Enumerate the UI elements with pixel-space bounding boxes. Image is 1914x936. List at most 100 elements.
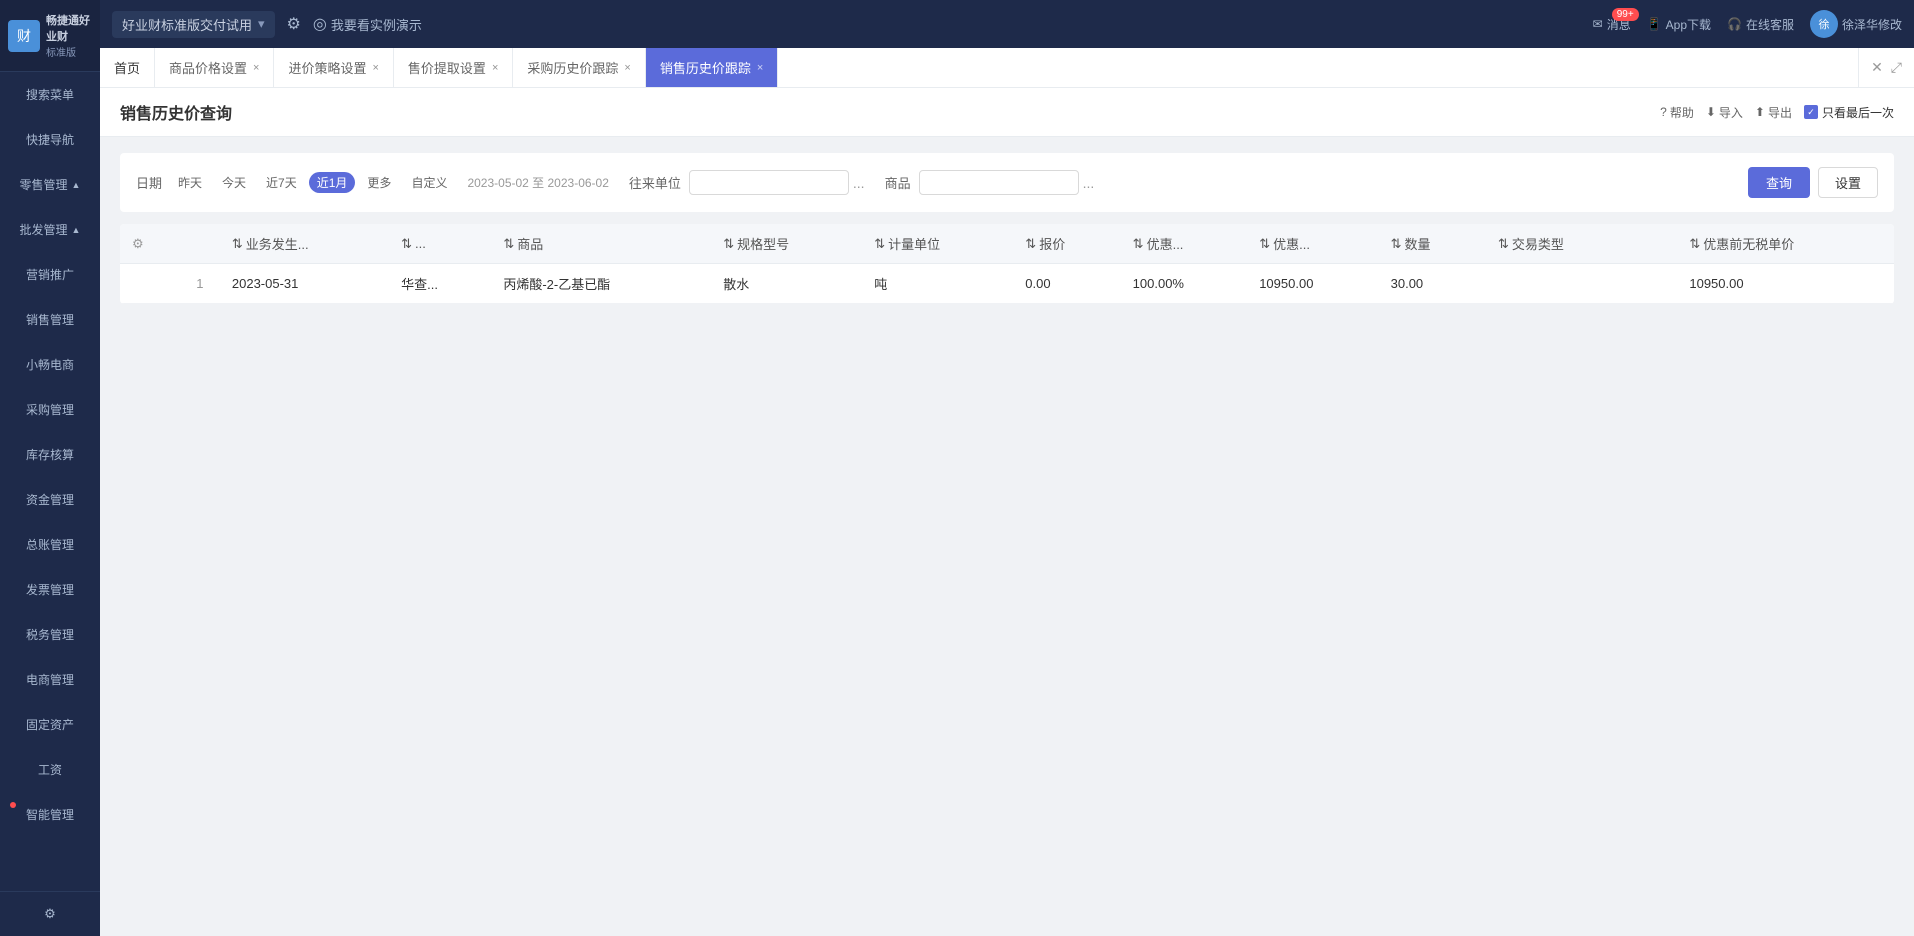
date-filter-group: 日期 昨天 今天 近7天 近1月 更多 自定义 2023-05-02 至 202… [136, 172, 609, 193]
th-spec-sort[interactable]: ⇅ 规格型号 [723, 234, 850, 253]
tab-price[interactable]: 商品价格设置 × [155, 48, 274, 87]
headset-icon: 🎧 [1727, 17, 1742, 31]
tab-price-close-icon[interactable]: × [253, 62, 259, 74]
filter-row: 日期 昨天 今天 近7天 近1月 更多 自定义 2023-05-02 至 202… [136, 167, 1878, 198]
th-discount1[interactable]: ⇅ 优惠... [1121, 224, 1248, 264]
table-body: 1 2023-05-31 华查... 丙烯酸-2-乙基已酯 散水 吨 0.00 … [120, 264, 1894, 304]
sidebar-item-ecommerce-mini[interactable]: 小畅电商 [0, 342, 100, 387]
sidebar-item-smart[interactable]: 智能管理 [0, 792, 100, 837]
date-opt-yesterday[interactable]: 昨天 [170, 172, 210, 193]
th-price-sort[interactable]: ⇅ 报价 [1025, 234, 1108, 253]
date-options: 昨天 今天 近7天 近1月 更多 自定义 [170, 172, 455, 193]
tab-price-label: 商品价格设置 [169, 58, 247, 77]
module-selector[interactable]: 好业财标准版交付试用 ▾ [112, 11, 275, 38]
th-price[interactable]: ⇅ 报价 [1013, 224, 1120, 264]
tab-sales-history[interactable]: 销售历史价跟踪 × [646, 48, 778, 87]
tab-purchase-strategy[interactable]: 进价策略设置 × [274, 48, 393, 87]
topbar-settings-icon[interactable]: ⚙ [287, 14, 301, 34]
date-opt-today[interactable]: 今天 [214, 172, 254, 193]
sort-icon-pretax: ⇅ [1689, 236, 1700, 252]
sidebar-item-wholesale[interactable]: 批发管理 ▲ [0, 207, 100, 252]
th-extra[interactable]: ⇅ ... [389, 224, 491, 264]
tab-sale-extract-close-icon[interactable]: × [492, 62, 498, 74]
gear-icon[interactable]: ⚙ [132, 236, 144, 251]
app-download-button[interactable]: 📱 App下载 [1647, 16, 1711, 33]
tab-purchase-history-close-icon[interactable]: × [624, 62, 630, 74]
app-download-label: App下载 [1666, 16, 1711, 33]
sidebar-item-sales[interactable]: 销售管理 [0, 297, 100, 342]
source-unit-input[interactable] [689, 170, 849, 195]
th-spec[interactable]: ⇅ 规格型号 [711, 224, 862, 264]
sidebar-item-quicknav[interactable]: 快捷导航 [0, 117, 100, 162]
th-qty-sort[interactable]: ⇅ 数量 [1391, 234, 1474, 253]
user-menu[interactable]: 徐 徐泽华修改 [1810, 10, 1902, 38]
th-discount1-sort[interactable]: ⇅ 优惠... [1133, 234, 1236, 253]
date-range-display: 2023-05-02 至 2023-06-02 [467, 174, 608, 191]
th-goods[interactable]: ⇅ 商品 [491, 224, 711, 264]
th-gear[interactable]: ⚙ [120, 224, 180, 264]
sidebar-item-assets[interactable]: 固定资产 [0, 702, 100, 747]
date-opt-1month[interactable]: 近1月 [309, 172, 356, 193]
settings-button[interactable]: 设置 [1818, 167, 1878, 198]
only-last-toggle[interactable]: ✓ 只看最后一次 [1804, 104, 1894, 121]
th-goods-sort[interactable]: ⇅ 商品 [503, 234, 699, 253]
sidebar-item-purchase[interactable]: 采购管理 [0, 387, 100, 432]
tab-sales-history-label: 销售历史价跟踪 [660, 58, 751, 77]
th-biz-date-sort[interactable]: ⇅ 业务发生... [232, 234, 377, 253]
demo-link[interactable]: ◎ 我要看实例演示 [313, 14, 422, 34]
online-service-button[interactable]: 🎧 在线客服 [1727, 16, 1794, 33]
tab-purchase-strategy-close-icon[interactable]: × [372, 62, 378, 74]
cell-goods: 丙烯酸-2-乙基已酯 [491, 264, 711, 304]
tab-sale-extract[interactable]: 售价提取设置 × [394, 48, 513, 87]
source-unit-filter-group: 往来单位 ... [629, 170, 865, 195]
sidebar-item-tax[interactable]: 税务管理 [0, 612, 100, 657]
tab-sales-history-close-icon[interactable]: × [757, 62, 763, 74]
th-goods-label: 商品 [517, 234, 543, 253]
sidebar-item-ledger[interactable]: 总账管理 [0, 522, 100, 567]
logo-icon: 财 [8, 20, 40, 52]
th-qty[interactable]: ⇅ 数量 [1379, 224, 1486, 264]
close-window-icon[interactable]: ✕ [1871, 59, 1883, 76]
sidebar-item-inventory[interactable]: 库存核算 [0, 432, 100, 477]
page-area: 销售历史价查询 ? 帮助 ⬇ 导入 ⬆ 导出 ✓ 只看最后一次 [100, 88, 1914, 936]
maximize-window-icon[interactable]: ⤢ [1891, 59, 1902, 76]
th-extra-sort[interactable]: ⇅ ... [401, 236, 479, 252]
date-opt-custom[interactable]: 自定义 [403, 172, 455, 193]
th-trans-type[interactable]: ⇅ 交易类型 [1486, 224, 1637, 264]
table-row[interactable]: 1 2023-05-31 华查... 丙烯酸-2-乙基已酯 散水 吨 0.00 … [120, 264, 1894, 304]
th-pretax-price-sort[interactable]: ⇅ 优惠前无税单价 [1689, 234, 1882, 253]
cell-index: 1 [180, 264, 220, 304]
export-button[interactable]: ⬆ 导出 [1755, 104, 1792, 121]
sidebar-item-invoice[interactable]: 发票管理 [0, 567, 100, 612]
query-button[interactable]: 查询 [1748, 167, 1810, 198]
sidebar-item-payroll[interactable]: 工资 [0, 747, 100, 792]
goods-dots[interactable]: ... [1083, 175, 1095, 191]
import-button[interactable]: ⬇ 导入 [1706, 104, 1743, 121]
th-unit-sort[interactable]: ⇅ 计量单位 [874, 234, 1001, 253]
help-button[interactable]: ? 帮助 [1660, 104, 1694, 121]
sidebar-item-retail[interactable]: 零售管理 ▲ [0, 162, 100, 207]
source-unit-dots[interactable]: ... [853, 175, 865, 191]
th-discount2[interactable]: ⇅ 优惠... [1247, 224, 1378, 264]
sort-icon-trans: ⇅ [1498, 236, 1509, 252]
th-unit[interactable]: ⇅ 计量单位 [862, 224, 1013, 264]
page-header: 销售历史价查询 ? 帮助 ⬇ 导入 ⬆ 导出 ✓ 只看最后一次 [100, 88, 1914, 137]
th-discount2-sort[interactable]: ⇅ 优惠... [1259, 234, 1366, 253]
goods-input[interactable] [919, 170, 1079, 195]
sidebar-item-marketing[interactable]: 营销推广 [0, 252, 100, 297]
module-name: 好业财标准版交付试用 [122, 15, 252, 34]
th-trans-type-sort[interactable]: ⇅ 交易类型 [1498, 234, 1625, 253]
th-biz-date[interactable]: ⇅ 业务发生... [220, 224, 389, 264]
user-name: 徐泽华修改 [1842, 16, 1902, 33]
date-opt-7days[interactable]: 近7天 [258, 172, 305, 193]
sidebar-item-search[interactable]: 搜索菜单 [0, 72, 100, 117]
sidebar-settings-button[interactable]: ⚙ [0, 891, 100, 936]
import-icon: ⬇ [1706, 105, 1716, 119]
date-opt-more[interactable]: 更多 [359, 172, 399, 193]
th-pretax-price[interactable]: ⇅ 优惠前无税单价 [1677, 224, 1894, 264]
message-button[interactable]: ✉ 消息 99+ [1593, 16, 1631, 33]
tab-home[interactable]: 首页 [100, 48, 155, 87]
tab-purchase-history[interactable]: 采购历史价跟踪 × [513, 48, 645, 87]
sidebar-item-finance[interactable]: 资金管理 [0, 477, 100, 522]
sidebar-item-ecommerce[interactable]: 电商管理 [0, 657, 100, 702]
